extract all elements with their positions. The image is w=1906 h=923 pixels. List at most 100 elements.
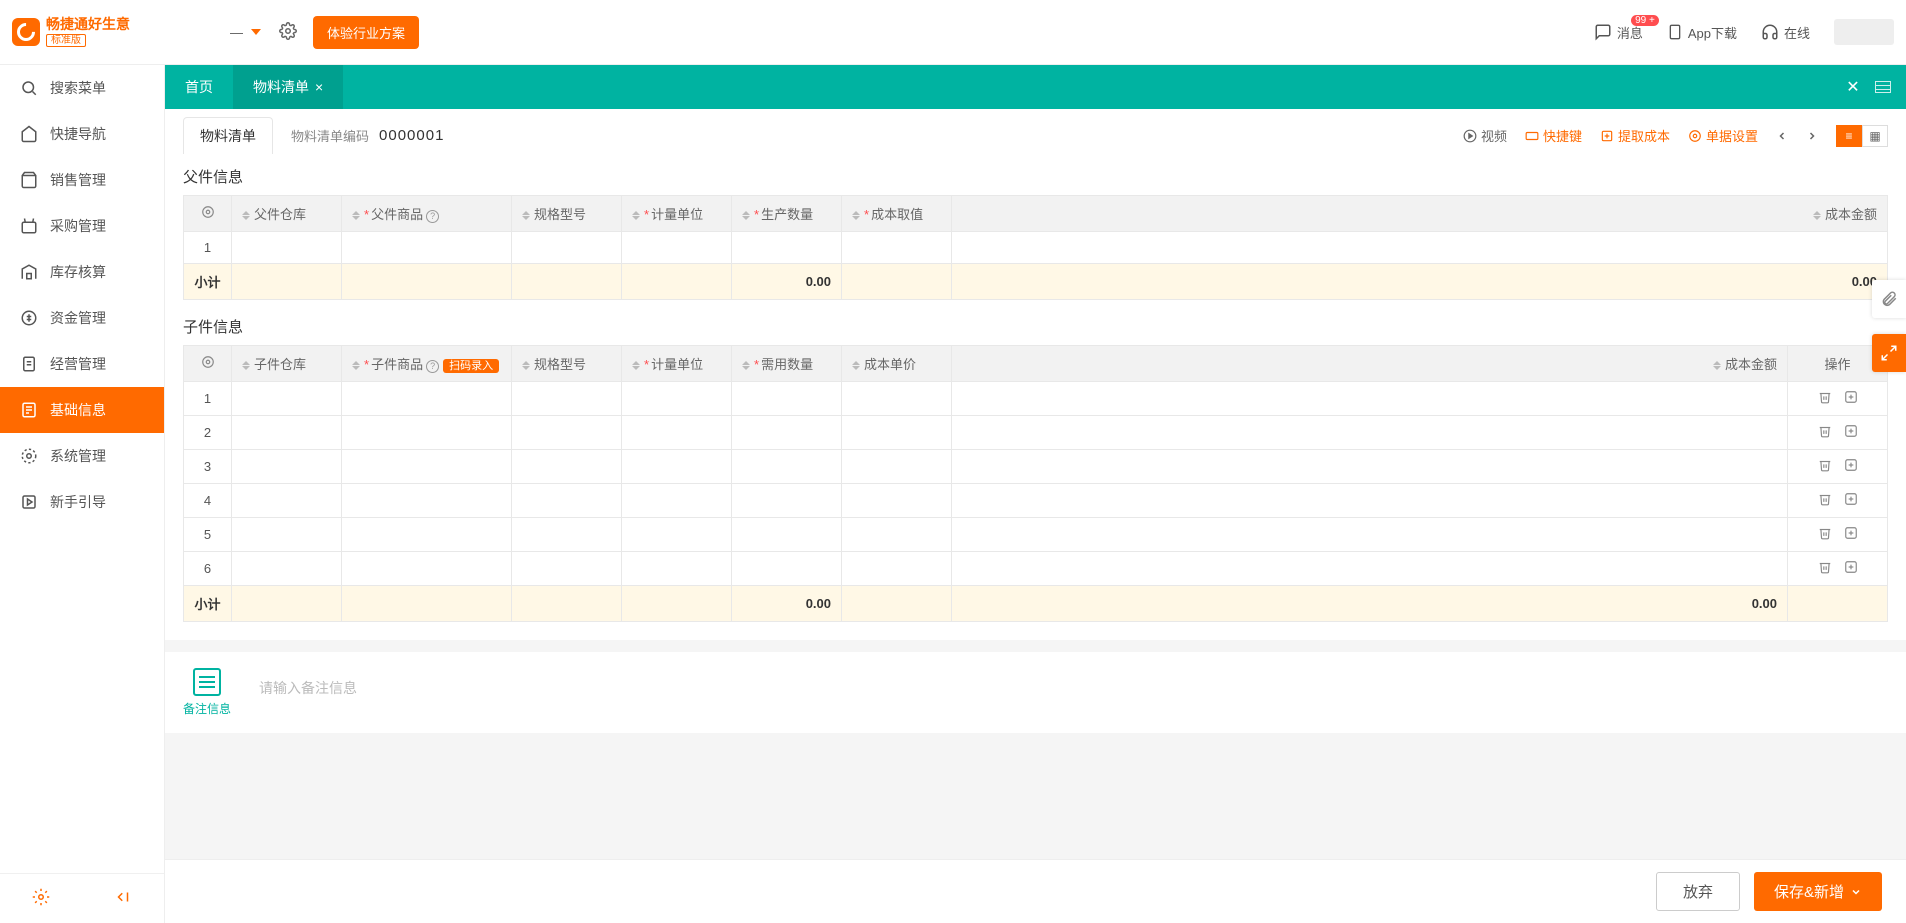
row-add-button[interactable]: [1844, 526, 1858, 543]
cart-icon: [20, 171, 38, 189]
bag-icon: [20, 217, 38, 235]
settings-icon: [20, 447, 38, 465]
sidebar: 搜索菜单 快捷导航 销售管理 采购管理 库存核算 资金管理: [0, 65, 165, 923]
view-toggle: ≡ ▦: [1836, 125, 1888, 147]
row-add-button[interactable]: [1844, 492, 1858, 509]
video-link[interactable]: 视频: [1463, 126, 1507, 145]
row-add-button[interactable]: [1844, 458, 1858, 475]
row-add-button[interactable]: [1844, 390, 1858, 407]
play-icon: [1463, 129, 1477, 143]
row-add-button[interactable]: [1844, 424, 1858, 441]
sidebar-item-search[interactable]: 搜索菜单: [0, 65, 164, 111]
online-support-button[interactable]: 在线: [1761, 23, 1810, 42]
next-record-button[interactable]: [1806, 130, 1818, 142]
help-icon[interactable]: ?: [426, 360, 439, 373]
sidebar-settings-button[interactable]: [32, 888, 50, 909]
child-table: 子件仓库 *子件商品?扫码录入 规格型号 *计量单位 *需用数量 成本单价 成本…: [183, 345, 1888, 622]
tab-label: 物料清单: [253, 77, 309, 97]
col-parent-product[interactable]: *父件商品?: [342, 196, 512, 232]
org-selector[interactable]: —: [230, 25, 261, 40]
trash-icon: [1818, 492, 1832, 506]
sidebar-item-system[interactable]: 系统管理: [0, 433, 164, 479]
trash-icon: [1818, 560, 1832, 574]
parent-section-title: 父件信息: [183, 160, 1888, 195]
table-row[interactable]: 1: [184, 232, 1888, 264]
col-child-unit-cost[interactable]: 成本单价: [842, 346, 952, 382]
remark-input[interactable]: [255, 668, 1888, 709]
table-row[interactable]: 3: [184, 450, 1888, 484]
sidebar-item-label: 基础信息: [50, 400, 106, 420]
close-icon[interactable]: ×: [315, 79, 323, 95]
app-download-button[interactable]: App下载: [1667, 23, 1737, 42]
content-card: 父件信息 父件仓库 *父件商品? 规格型号 *计量单位: [165, 154, 1906, 640]
sidebar-item-label: 系统管理: [50, 446, 106, 466]
attachment-handle[interactable]: [1872, 280, 1906, 318]
tab-home[interactable]: 首页: [165, 65, 233, 109]
scan-input-chip[interactable]: 扫码录入: [443, 359, 499, 373]
table-row[interactable]: 2: [184, 416, 1888, 450]
col-child-warehouse[interactable]: 子件仓库: [232, 346, 342, 382]
sidebar-item-purchase[interactable]: 采购管理: [0, 203, 164, 249]
plus-square-icon: [1844, 458, 1858, 472]
shortcut-link[interactable]: 快捷键: [1525, 126, 1582, 145]
row-delete-button[interactable]: [1818, 526, 1832, 543]
sidebar-item-label: 销售管理: [50, 170, 106, 190]
doc-settings-link[interactable]: 单据设置: [1688, 126, 1758, 145]
chevron-down-icon: [1850, 886, 1862, 898]
sidebar-item-sales[interactable]: 销售管理: [0, 157, 164, 203]
view-grid-button[interactable]: ▦: [1862, 125, 1888, 147]
row-delete-button[interactable]: [1818, 458, 1832, 475]
trash-icon: [1818, 390, 1832, 404]
chevron-right-icon: [1806, 130, 1818, 142]
tab-close-all-button[interactable]: ✕: [1838, 72, 1868, 102]
col-parent-spec[interactable]: 规格型号: [512, 196, 622, 232]
sidebar-item-quicknav[interactable]: 快捷导航: [0, 111, 164, 157]
sidebar-item-inventory[interactable]: 库存核算: [0, 249, 164, 295]
col-child-spec[interactable]: 规格型号: [512, 346, 622, 382]
row-delete-button[interactable]: [1818, 424, 1832, 441]
child-subtotal-row: 小计 0.00 0.00: [184, 586, 1888, 622]
discard-button[interactable]: 放弃: [1656, 872, 1740, 911]
col-parent-cost-mode[interactable]: *成本取值: [842, 196, 952, 232]
prev-record-button[interactable]: [1776, 130, 1788, 142]
messages-button[interactable]: 消息 99 +: [1594, 23, 1643, 42]
col-parent-cost-amt[interactable]: 成本金额: [952, 196, 1888, 232]
col-child-unit[interactable]: *计量单位: [622, 346, 732, 382]
shortcut-label: 快捷键: [1543, 126, 1582, 145]
col-parent-unit[interactable]: *计量单位: [622, 196, 732, 232]
sidebar-item-guide[interactable]: 新手引导: [0, 479, 164, 525]
sidebar-collapse-button[interactable]: [114, 888, 132, 909]
table-row[interactable]: 1: [184, 382, 1888, 416]
col-parent-warehouse[interactable]: 父件仓库: [232, 196, 342, 232]
sidebar-item-operations[interactable]: 经营管理: [0, 341, 164, 387]
page-tab-bom[interactable]: 物料清单: [183, 117, 273, 154]
sidebar-item-funds[interactable]: 资金管理: [0, 295, 164, 341]
help-icon[interactable]: ?: [426, 210, 439, 223]
experience-button[interactable]: 体验行业方案: [313, 16, 419, 49]
tab-menu-button[interactable]: [1868, 72, 1898, 102]
col-child-cost-amt[interactable]: 成本金额: [952, 346, 1788, 382]
row-delete-button[interactable]: [1818, 560, 1832, 577]
keyboard-icon: [1525, 129, 1539, 143]
tab-bom[interactable]: 物料清单 ×: [233, 65, 343, 109]
extract-cost-link[interactable]: 提取成本: [1600, 126, 1670, 145]
save-new-button[interactable]: 保存&新增: [1754, 872, 1882, 911]
table-row[interactable]: 4: [184, 484, 1888, 518]
col-config[interactable]: [184, 346, 232, 382]
logo[interactable]: 畅捷通好生意 标准版: [12, 17, 130, 47]
chevron-left-icon: [1776, 130, 1788, 142]
row-delete-button[interactable]: [1818, 492, 1832, 509]
table-row[interactable]: 5: [184, 518, 1888, 552]
col-child-qty[interactable]: *需用数量: [732, 346, 842, 382]
col-parent-qty[interactable]: *生产数量: [732, 196, 842, 232]
org-settings-button[interactable]: [279, 22, 297, 43]
expand-handle[interactable]: [1872, 334, 1906, 372]
col-child-product[interactable]: *子件商品?扫码录入: [342, 346, 512, 382]
table-row[interactable]: 6: [184, 552, 1888, 586]
row-add-button[interactable]: [1844, 560, 1858, 577]
row-delete-button[interactable]: [1818, 390, 1832, 407]
sidebar-item-basicinfo[interactable]: 基础信息: [0, 387, 164, 433]
avatar[interactable]: [1834, 19, 1894, 45]
col-config[interactable]: [184, 196, 232, 232]
view-list-button[interactable]: ≡: [1836, 125, 1862, 147]
